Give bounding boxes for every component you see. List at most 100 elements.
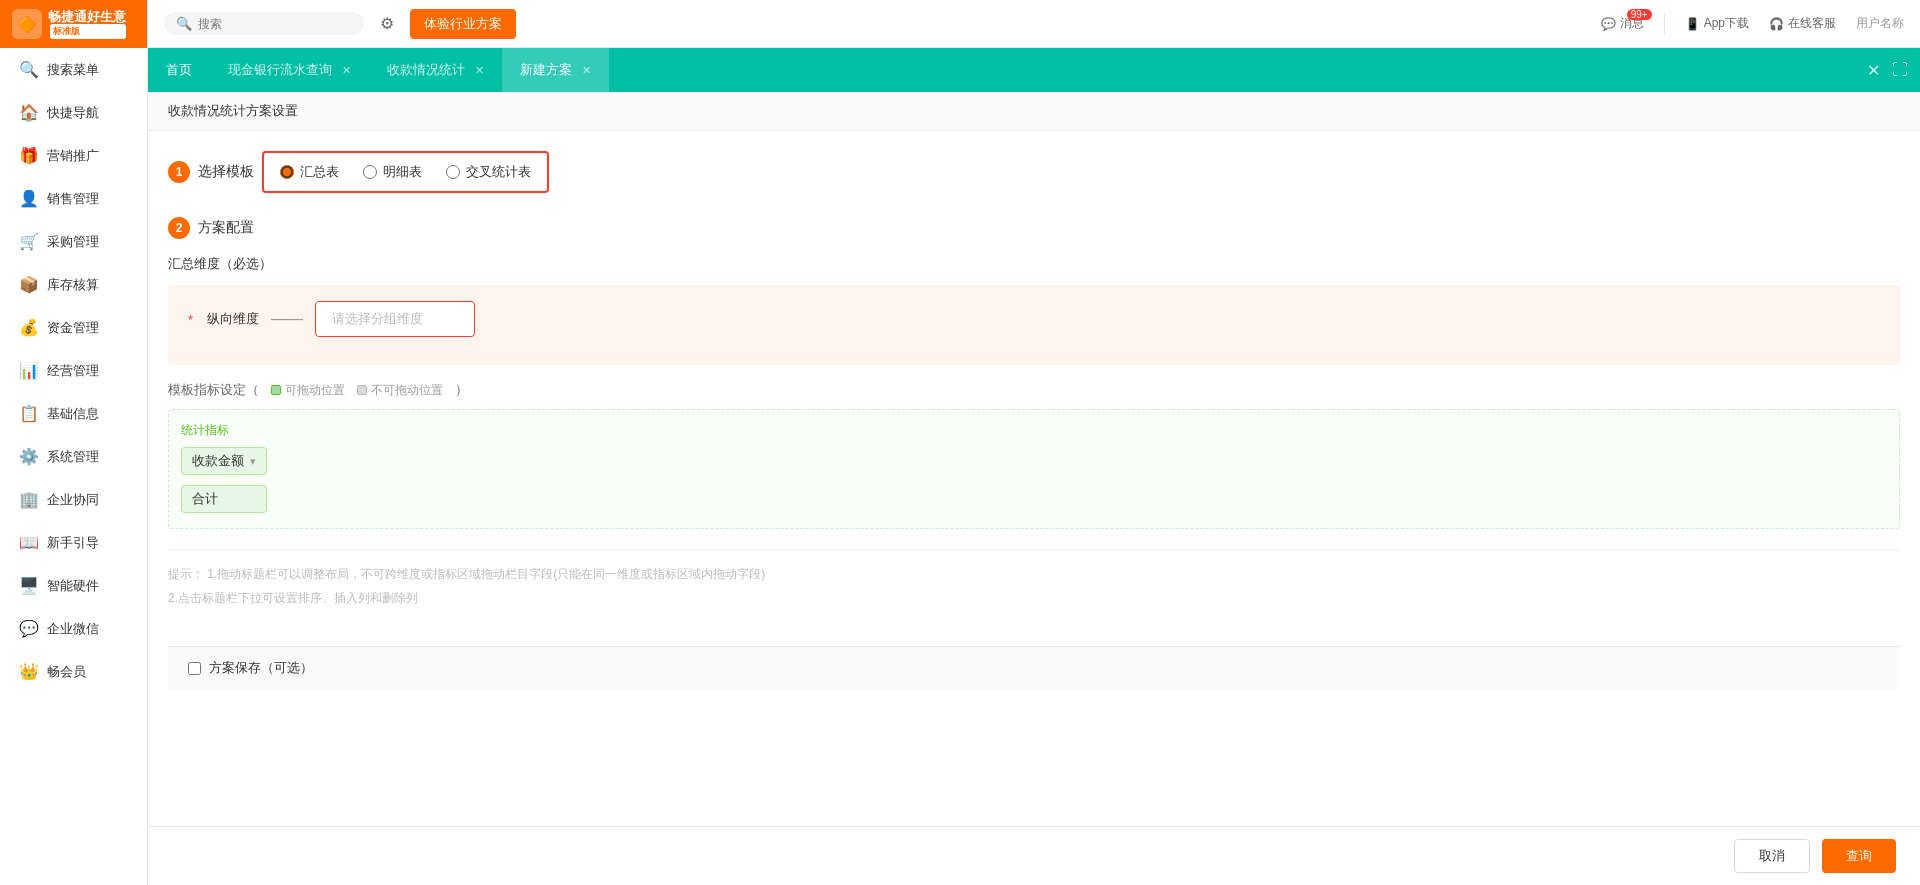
content-area: 收款情况统计方案设置 1 选择模板 汇总表 bbox=[148, 92, 1920, 826]
message-icon: 💬 bbox=[1601, 17, 1616, 31]
sidebar-item-wechat[interactable]: 💬 企业微信 bbox=[0, 607, 147, 650]
sidebar-item-operation[interactable]: 📊 经营管理 bbox=[0, 349, 147, 392]
download-icon: 📱 bbox=[1685, 17, 1700, 31]
query-button[interactable]: 查询 bbox=[1822, 839, 1896, 873]
search-menu-icon: 🔍 bbox=[19, 60, 37, 79]
movable-dot bbox=[271, 385, 281, 395]
step1-title: 选择模板 bbox=[198, 163, 254, 181]
sidebar-item-search-menu[interactable]: 🔍 搜索菜单 bbox=[0, 48, 147, 91]
nav-right-controls: ✕ ⛶ bbox=[1867, 61, 1920, 80]
dimension-area: * 纵向维度 —— 请选择分组维度 bbox=[168, 285, 1900, 365]
footer-bar: 取消 查询 bbox=[148, 826, 1920, 885]
sidebar-item-purchase[interactable]: 🛒 采购管理 bbox=[0, 220, 147, 263]
indicator-subtag-total: 合计 bbox=[181, 485, 267, 513]
dimension-select[interactable]: 请选择分组维度 bbox=[315, 301, 475, 337]
sidebar-item-system[interactable]: ⚙️ 系统管理 bbox=[0, 435, 147, 478]
sidebar-item-hardware[interactable]: 🖥️ 智能硬件 bbox=[0, 564, 147, 607]
search-input[interactable] bbox=[198, 17, 338, 31]
main-area: 🔍 ⚙ 体验行业方案 💬 消息 99+ 📱 App下载 🎧 在线客服 用户名称 bbox=[148, 0, 1920, 885]
nav-expand-icon[interactable]: ⛶ bbox=[1892, 61, 1908, 79]
step1-header: 1 选择模板 汇总表 明细表 bbox=[168, 151, 1900, 193]
sidebar-item-label: 快捷导航 bbox=[47, 104, 99, 122]
radio-cross-input[interactable] bbox=[446, 165, 460, 179]
sidebar-item-label: 系统管理 bbox=[47, 448, 99, 466]
chevron-down-icon: ▾ bbox=[250, 455, 256, 468]
sidebar-item-sales[interactable]: 👤 销售管理 bbox=[0, 177, 147, 220]
divider bbox=[1664, 14, 1665, 34]
sidebar-item-member[interactable]: 👑 畅会员 bbox=[0, 650, 147, 693]
tab-home[interactable]: 首页 bbox=[148, 48, 210, 92]
sidebar-item-inventory[interactable]: 📦 库存核算 bbox=[0, 263, 147, 306]
indicator-group-label: 统计指标 bbox=[181, 422, 1887, 439]
step2-circle: 2 bbox=[168, 217, 190, 239]
radio-detail[interactable]: 明细表 bbox=[363, 163, 422, 181]
radio-summary-input[interactable] bbox=[280, 165, 294, 179]
search-box[interactable]: 🔍 bbox=[164, 12, 364, 35]
sidebar-item-enterprise[interactable]: 🏢 企业协同 bbox=[0, 478, 147, 521]
gear-icon[interactable]: ⚙ bbox=[380, 14, 394, 33]
member-icon: 👑 bbox=[19, 662, 37, 681]
service-label: 在线客服 bbox=[1788, 15, 1836, 32]
save-option: 方案保存（可选） bbox=[168, 646, 1900, 689]
page-panel: 收款情况统计方案设置 1 选择模板 汇总表 bbox=[148, 92, 1920, 826]
tips-line1: 提示： 1.拖动标题栏可以调整布局，不可跨维度或指标区域拖动栏目字段(只能在同一… bbox=[168, 562, 1900, 586]
sidebar-logo: 🔶 畅捷通好生意 标准版 bbox=[0, 0, 147, 48]
cancel-button[interactable]: 取消 bbox=[1734, 839, 1810, 873]
tab-receipt-stats[interactable]: 收款情况统计 ✕ bbox=[369, 48, 502, 92]
sales-icon: 👤 bbox=[19, 189, 37, 208]
sidebar-item-basic[interactable]: 📋 基础信息 bbox=[0, 392, 147, 435]
page-content: 1 选择模板 汇总表 明细表 bbox=[148, 131, 1920, 826]
indicator-settings: 模板指标设定（ 可拖动位置 不可拖动位置 ） bbox=[168, 381, 1900, 529]
nav-close-icon[interactable]: ✕ bbox=[1867, 61, 1880, 80]
sidebar-item-label: 营销推广 bbox=[47, 147, 99, 165]
indicator-tag-amount[interactable]: 收款金额 ▾ bbox=[181, 447, 267, 475]
service-button[interactable]: 🎧 在线客服 bbox=[1769, 15, 1836, 32]
radio-detail-input[interactable] bbox=[363, 165, 377, 179]
tips-line2: 2.点击标题栏下拉可设置排序、插入列和删除列 bbox=[168, 586, 1900, 610]
nav-tabs: 首页 现金银行流水查询 ✕ 收款情况统计 ✕ 新建方案 ✕ ✕ ⛶ bbox=[148, 48, 1920, 92]
sidebar-item-label: 企业微信 bbox=[47, 620, 99, 638]
tab-new-plan[interactable]: 新建方案 ✕ bbox=[502, 48, 609, 92]
industry-button[interactable]: 体验行业方案 bbox=[410, 9, 516, 39]
close-cash-flow-icon[interactable]: ✕ bbox=[342, 64, 351, 77]
inventory-icon: 📦 bbox=[19, 275, 37, 294]
enterprise-icon: 🏢 bbox=[19, 490, 37, 509]
sidebar-item-label: 销售管理 bbox=[47, 190, 99, 208]
sidebar-item-finance[interactable]: 💰 资金管理 bbox=[0, 306, 147, 349]
sidebar-item-quick-nav[interactable]: 🏠 快捷导航 bbox=[0, 91, 147, 134]
tab-cash-flow[interactable]: 现金银行流水查询 ✕ bbox=[210, 48, 369, 92]
sidebar-item-guide[interactable]: 📖 新手引导 bbox=[0, 521, 147, 564]
purchase-icon: 🛒 bbox=[19, 232, 37, 251]
logo-text: 畅捷通好生意 bbox=[48, 9, 126, 25]
step2-section: 2 方案配置 汇总维度（必选） * 纵向维度 —— 请选择分组维度 bbox=[168, 217, 1900, 622]
quick-nav-icon: 🏠 bbox=[19, 103, 37, 122]
indicator-label: 模板指标设定（ 可拖动位置 不可拖动位置 ） bbox=[168, 381, 1900, 399]
guide-icon: 📖 bbox=[19, 533, 37, 552]
page-header: 收款情况统计方案设置 bbox=[148, 92, 1920, 131]
step2-title: 方案配置 bbox=[198, 219, 254, 237]
tips-section: 提示： 1.拖动标题栏可以调整布局，不可跨维度或指标区域拖动栏目字段(只能在同一… bbox=[168, 549, 1900, 622]
hardware-icon: 🖥️ bbox=[19, 576, 37, 595]
radio-summary[interactable]: 汇总表 bbox=[280, 163, 339, 181]
radio-cross[interactable]: 交叉统计表 bbox=[446, 163, 531, 181]
sidebar-item-marketing[interactable]: 🎁 营销推广 bbox=[0, 134, 147, 177]
sidebar-item-label: 搜索菜单 bbox=[47, 61, 99, 79]
save-checkbox[interactable] bbox=[188, 662, 201, 675]
wechat-icon: 💬 bbox=[19, 619, 37, 638]
sidebar-item-label: 新手引导 bbox=[47, 534, 99, 552]
notifications-button[interactable]: 💬 消息 99+ bbox=[1601, 15, 1644, 32]
indicator-content: 统计指标 收款金额 ▾ 合计 bbox=[168, 409, 1900, 529]
save-label[interactable]: 方案保存（可选） bbox=[209, 659, 313, 677]
template-options-box: 汇总表 明细表 交叉统计表 bbox=[262, 151, 549, 193]
step1-section: 1 选择模板 汇总表 明细表 bbox=[168, 151, 1900, 193]
sidebar-item-label: 畅会员 bbox=[47, 663, 86, 681]
download-button[interactable]: 📱 App下载 bbox=[1685, 15, 1749, 32]
vertical-dimension-label: 纵向维度 bbox=[207, 310, 259, 328]
legend-fixed: 不可拖动位置 bbox=[357, 382, 443, 399]
sidebar-item-label: 资金管理 bbox=[47, 319, 99, 337]
logo-badge: 标准版 bbox=[50, 24, 126, 39]
sidebar-item-label: 智能硬件 bbox=[47, 577, 99, 595]
close-new-plan-icon[interactable]: ✕ bbox=[582, 64, 591, 77]
close-receipt-stats-icon[interactable]: ✕ bbox=[475, 64, 484, 77]
step1-circle: 1 bbox=[168, 161, 190, 183]
